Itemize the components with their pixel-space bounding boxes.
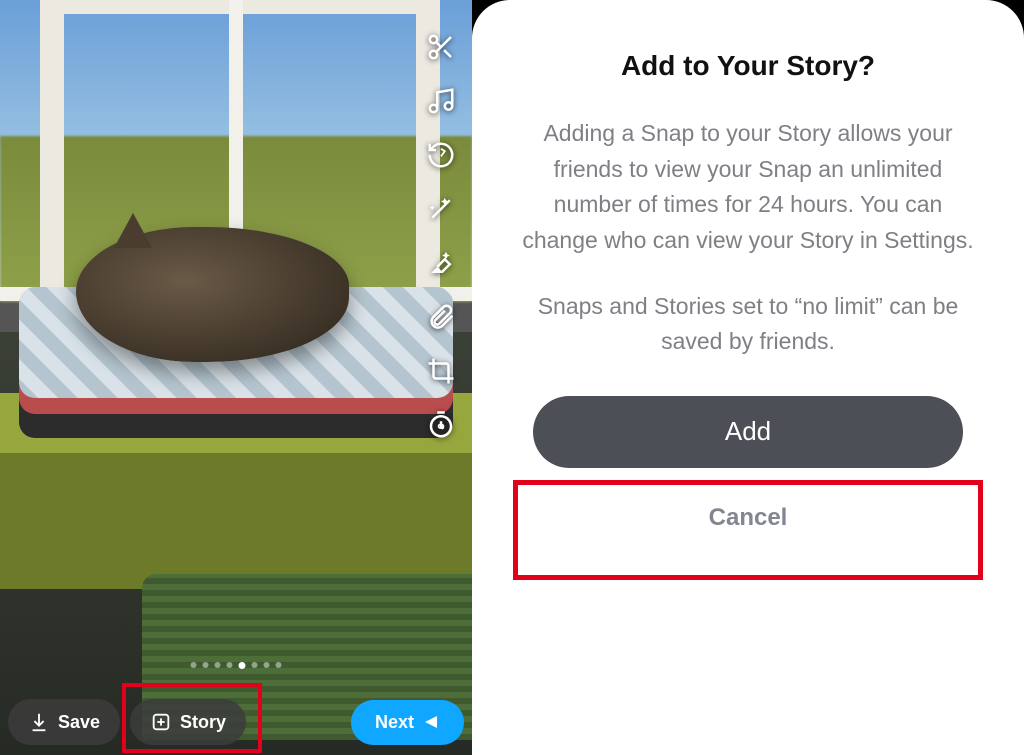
save-button[interactable]: Save xyxy=(8,699,120,745)
add-to-story-dialog: Add to Your Story? Adding a Snap to your… xyxy=(472,0,1024,755)
add-button-label: Add xyxy=(725,416,771,447)
dialog-body-paragraph-1: Adding a Snap to your Story allows your … xyxy=(513,116,983,259)
cancel-button-label: Cancel xyxy=(709,504,788,531)
scissors-icon[interactable] xyxy=(424,30,458,64)
paperclip-icon[interactable] xyxy=(424,300,458,334)
story-button-label: Story xyxy=(180,712,226,733)
cancel-button[interactable]: Cancel xyxy=(709,504,788,532)
story-button[interactable]: Story xyxy=(130,699,246,745)
snap-captured-image xyxy=(0,0,472,755)
save-button-label: Save xyxy=(58,712,100,733)
dialog-body: Adding a Snap to your Story allows your … xyxy=(513,116,983,390)
next-button-label: Next xyxy=(375,712,414,733)
crop-icon[interactable] xyxy=(424,354,458,388)
dialog-body-paragraph-2: Snaps and Stories set to “no limit” can … xyxy=(513,289,983,360)
next-button[interactable]: Next xyxy=(351,700,464,745)
sparkle-eraser-icon[interactable] xyxy=(424,246,458,280)
filter-pagination-dots[interactable] xyxy=(191,662,282,669)
snap-bottom-actions: Save Story Next xyxy=(8,699,464,745)
snap-preview-panel: Save Story Next xyxy=(0,0,472,755)
snap-edit-toolbar xyxy=(424,30,458,442)
music-icon[interactable] xyxy=(424,84,458,118)
magic-wand-icon[interactable] xyxy=(424,192,458,226)
dialog-title: Add to Your Story? xyxy=(621,50,875,82)
rewind-icon[interactable] xyxy=(424,138,458,172)
add-button[interactable]: Add xyxy=(533,396,963,468)
timer-icon[interactable] xyxy=(424,408,458,442)
